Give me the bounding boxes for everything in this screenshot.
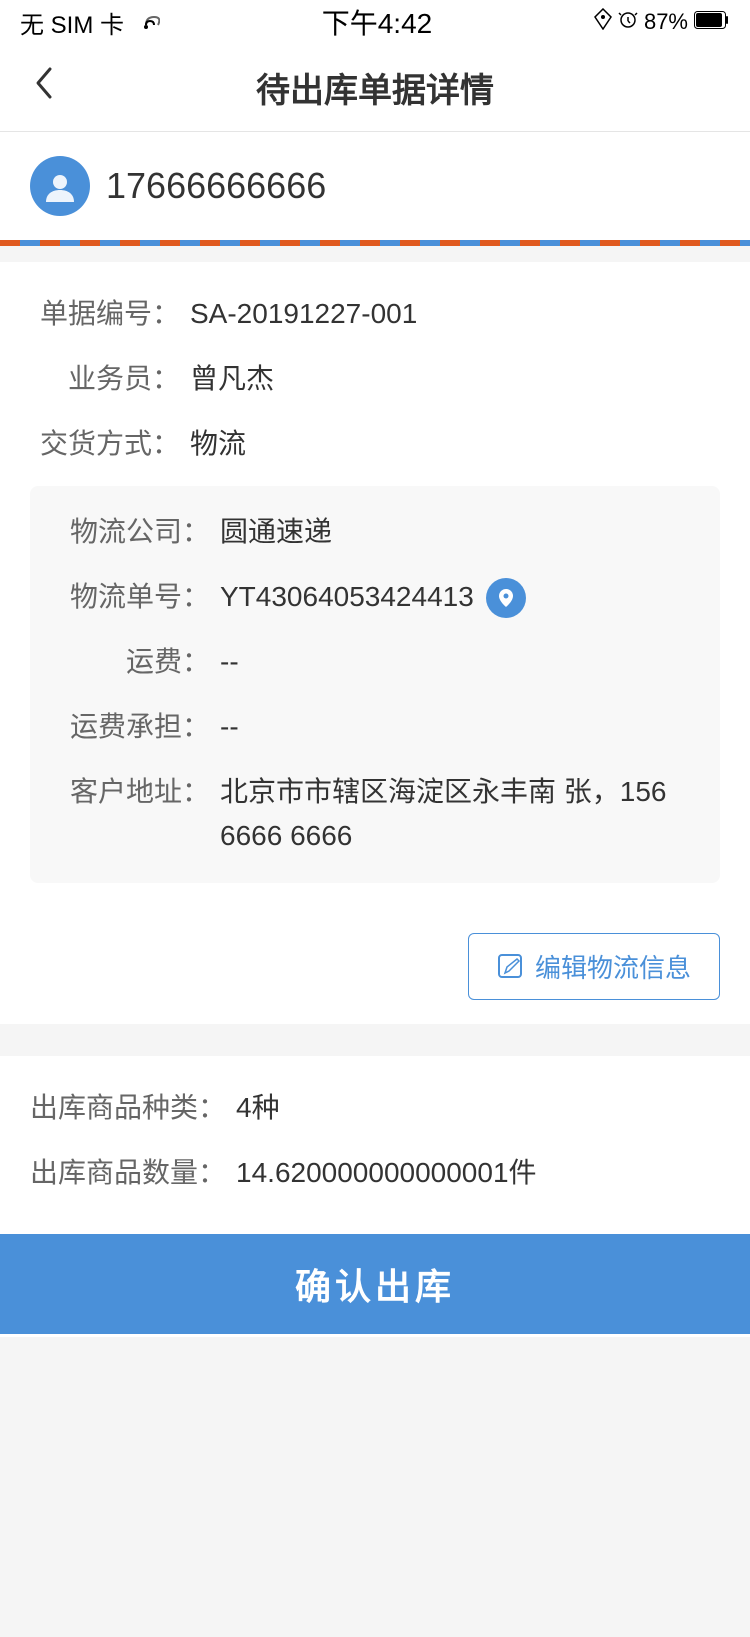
empty-space (0, 1337, 750, 1537)
battery-icon (694, 9, 730, 35)
sales-person-label: 业务员： (30, 357, 190, 402)
goods-type-row: 出库商品种类： 4种 (30, 1086, 720, 1131)
document-number-row: 单据编号： SA-20191227-001 (30, 292, 720, 337)
address-row: 客户地址： 北京市市辖区海淀区永丰南 张，156 6666 6666 (60, 770, 690, 860)
address-label: 客户地址： (60, 770, 220, 815)
status-right: 87% (594, 8, 730, 36)
tracking-number-value: YT43064053424413 (220, 575, 690, 620)
page-title: 待出库单据详情 (256, 63, 494, 112)
document-number-value: SA-20191227-001 (190, 292, 720, 337)
goods-info-section: 出库商品种类： 4种 出库商品数量： 14.620000000000001件 (0, 1056, 750, 1226)
freight-bearer-row: 运费承担： -- (60, 705, 690, 750)
status-bar: 无 SIM 卡 下午4:42 (0, 0, 750, 44)
goods-type-value: 4种 (236, 1086, 720, 1131)
edit-logistics-row: 编辑物流信息 (0, 913, 750, 1024)
goods-quantity-value: 14.620000000000001件 (236, 1151, 720, 1196)
goods-quantity-row: 出库商品数量： 14.620000000000001件 (30, 1151, 720, 1196)
logistics-company-row: 物流公司： 圆通速递 (60, 510, 690, 555)
logistics-company-value: 圆通速递 (220, 510, 690, 555)
freight-bearer-label: 运费承担： (60, 705, 220, 750)
goods-quantity-label: 出库商品数量： (30, 1151, 236, 1196)
avatar (30, 156, 90, 216)
order-info-section: 单据编号： SA-20191227-001 业务员： 曾凡杰 交货方式： 物流 … (0, 262, 750, 913)
edit-logistics-button[interactable]: 编辑物流信息 (468, 933, 720, 1000)
logistics-company-label: 物流公司： (60, 510, 220, 555)
edit-icon (497, 953, 525, 981)
dashed-divider (0, 240, 750, 246)
freight-label: 运费： (60, 640, 220, 685)
status-left: 无 SIM 卡 (20, 5, 160, 40)
address-value: 北京市市辖区海淀区永丰南 张，156 6666 6666 (220, 770, 690, 860)
sales-person-value: 曾凡杰 (190, 357, 720, 402)
freight-value: -- (220, 640, 690, 685)
back-button[interactable] (24, 55, 64, 120)
confirm-button[interactable]: 确认出库 (0, 1234, 750, 1334)
tracking-number-label: 物流单号： (60, 575, 220, 620)
delivery-method-label: 交货方式： (30, 422, 190, 467)
logistics-box: 物流公司： 圆通速递 物流单号： YT43064053424413 运费： (30, 486, 720, 883)
delivery-method-value: 物流 (190, 422, 720, 467)
goods-type-label: 出库商品种类： (30, 1086, 236, 1131)
section-separator (0, 1024, 750, 1040)
customer-header: 17666666666 (0, 132, 750, 240)
freight-row: 运费： -- (60, 640, 690, 685)
delivery-method-row: 交货方式： 物流 (30, 422, 720, 467)
alarm-icon (618, 9, 638, 35)
tracking-number-row: 物流单号： YT43064053424413 (60, 575, 690, 620)
sales-person-row: 业务员： 曾凡杰 (30, 357, 720, 402)
customer-phone: 17666666666 (106, 165, 326, 207)
wifi-icon (132, 8, 160, 36)
freight-bearer-value: -- (220, 705, 690, 750)
document-number-label: 单据编号： (30, 292, 190, 337)
battery-percent: 87% (644, 9, 688, 35)
nav-bar: 待出库单据详情 (0, 44, 750, 132)
confirm-button-label: 确认出库 (295, 1258, 455, 1310)
track-location-icon[interactable] (486, 578, 526, 618)
location-active-icon (594, 8, 612, 36)
status-time: 下午4:42 (322, 2, 433, 42)
sim-status: 无 SIM 卡 (20, 5, 124, 40)
